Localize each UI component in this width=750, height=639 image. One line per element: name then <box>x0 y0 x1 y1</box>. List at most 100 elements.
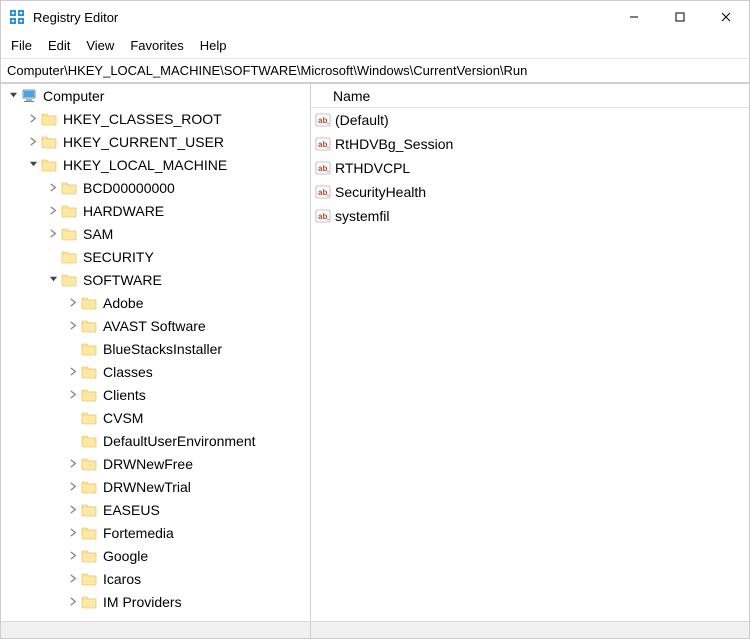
computer-icon <box>21 88 37 104</box>
value-row[interactable]: RtHDVBg_Session <box>311 132 749 156</box>
chevron-right-icon[interactable] <box>65 479 81 495</box>
folder-icon <box>81 479 97 495</box>
string-value-icon <box>315 112 331 128</box>
folder-icon <box>81 548 97 564</box>
chevron-right-icon[interactable] <box>65 318 81 334</box>
folder-icon <box>81 410 97 426</box>
tree-item[interactable]: HARDWARE <box>1 199 310 222</box>
tree-item[interactable]: Icaros <box>1 567 310 590</box>
chevron-right-icon[interactable] <box>45 226 61 242</box>
tree-item[interactable]: Adobe <box>1 291 310 314</box>
tree-item[interactable]: AVAST Software <box>1 314 310 337</box>
tree-item[interactable]: HKEY_CURRENT_USER <box>1 130 310 153</box>
tree-pane: Computer HKEY_CLASSES_ROOT HKEY_CURRENT_US… <box>1 84 311 638</box>
chevron-right-icon[interactable] <box>65 295 81 311</box>
tree-horizontal-scrollbar[interactable] <box>1 621 310 638</box>
menu-edit[interactable]: Edit <box>40 35 78 56</box>
tree-item-label: HKEY_CLASSES_ROOT <box>61 110 224 128</box>
tree-item-label: SECURITY <box>81 248 156 266</box>
tree-item-label: SOFTWARE <box>81 271 164 289</box>
tree-item[interactable]: DRWNewTrial <box>1 475 310 498</box>
column-header-name[interactable]: Name <box>311 84 749 108</box>
content-area: Computer HKEY_CLASSES_ROOT HKEY_CURRENT_US… <box>1 83 749 638</box>
chevron-right-icon[interactable] <box>65 594 81 610</box>
folder-icon <box>81 318 97 334</box>
tree-item[interactable]: DRWNewFree <box>1 452 310 475</box>
minimize-button[interactable] <box>611 1 657 33</box>
folder-icon <box>81 341 97 357</box>
tree-item[interactable]: BCD00000000 <box>1 176 310 199</box>
menu-favorites[interactable]: Favorites <box>122 35 191 56</box>
tree-item[interactable]: Fortemedia <box>1 521 310 544</box>
expander-none <box>65 410 81 426</box>
tree-item[interactable]: HKEY_LOCAL_MACHINE <box>1 153 310 176</box>
tree-item[interactable]: Google <box>1 544 310 567</box>
expander-none <box>65 433 81 449</box>
address-bar[interactable]: Computer\HKEY_LOCAL_MACHINE\SOFTWARE\Mic… <box>1 59 749 83</box>
value-row[interactable]: SecurityHealth <box>311 180 749 204</box>
chevron-right-icon[interactable] <box>45 203 61 219</box>
chevron-right-icon[interactable] <box>25 134 41 150</box>
tree-item-label: SAM <box>81 225 115 243</box>
folder-icon <box>61 226 77 242</box>
chevron-down-icon[interactable] <box>5 88 21 104</box>
menu-help[interactable]: Help <box>192 35 235 56</box>
tree-item-label: IM Providers <box>101 593 184 611</box>
close-button[interactable] <box>703 1 749 33</box>
chevron-down-icon[interactable] <box>45 272 61 288</box>
chevron-right-icon[interactable] <box>65 571 81 587</box>
chevron-right-icon[interactable] <box>65 548 81 564</box>
folder-icon <box>41 157 57 173</box>
tree-item-label: Fortemedia <box>101 524 176 542</box>
value-row[interactable]: systemfil <box>311 204 749 228</box>
tree-item-label: Classes <box>101 363 155 381</box>
title-bar[interactable]: Registry Editor <box>1 1 749 33</box>
tree-item[interactable]: SOFTWARE <box>1 268 310 291</box>
chevron-right-icon[interactable] <box>65 525 81 541</box>
tree-item-label: DRWNewFree <box>101 455 195 473</box>
tree-item[interactable]: DefaultUserEnvironment <box>1 429 310 452</box>
string-value-icon <box>315 136 331 152</box>
folder-icon <box>81 456 97 472</box>
tree-item-label: HARDWARE <box>81 202 166 220</box>
value-row[interactable]: (Default) <box>311 108 749 132</box>
string-value-icon <box>315 208 331 224</box>
tree-item[interactable]: CVSM <box>1 406 310 429</box>
menu-bar: File Edit View Favorites Help <box>1 33 749 59</box>
tree-item[interactable]: IM Providers <box>1 590 310 613</box>
folder-icon <box>41 134 57 150</box>
folder-icon <box>81 433 97 449</box>
tree-item-label: HKEY_CURRENT_USER <box>61 133 226 151</box>
tree-item[interactable]: SAM <box>1 222 310 245</box>
maximize-button[interactable] <box>657 1 703 33</box>
menu-file[interactable]: File <box>3 35 40 56</box>
tree-item-label: Icaros <box>101 570 143 588</box>
tree-item-label: Google <box>101 547 150 565</box>
window-title: Registry Editor <box>33 10 118 25</box>
chevron-right-icon[interactable] <box>25 111 41 127</box>
tree-item-label: EASEUS <box>101 501 162 519</box>
tree-item-label: DRWNewTrial <box>101 478 193 496</box>
folder-icon <box>81 502 97 518</box>
chevron-right-icon[interactable] <box>45 180 61 196</box>
folder-icon <box>81 525 97 541</box>
value-row[interactable]: RTHDVCPL <box>311 156 749 180</box>
tree-item[interactable]: SECURITY <box>1 245 310 268</box>
values-list[interactable]: (Default)RtHDVBg_SessionRTHDVCPLSecurity… <box>311 108 749 621</box>
chevron-right-icon[interactable] <box>65 364 81 380</box>
values-horizontal-scrollbar[interactable] <box>311 621 749 638</box>
tree-item-label: BCD00000000 <box>81 179 177 197</box>
chevron-right-icon[interactable] <box>65 502 81 518</box>
menu-view[interactable]: View <box>78 35 122 56</box>
registry-tree[interactable]: Computer HKEY_CLASSES_ROOT HKEY_CURRENT_US… <box>1 84 310 621</box>
tree-item[interactable]: BlueStacksInstaller <box>1 337 310 360</box>
tree-item-label: HKEY_LOCAL_MACHINE <box>61 156 229 174</box>
chevron-right-icon[interactable] <box>65 456 81 472</box>
tree-item[interactable]: HKEY_CLASSES_ROOT <box>1 107 310 130</box>
tree-item[interactable]: EASEUS <box>1 498 310 521</box>
chevron-right-icon[interactable] <box>65 387 81 403</box>
tree-item[interactable]: Computer <box>1 84 310 107</box>
tree-item[interactable]: Classes <box>1 360 310 383</box>
tree-item[interactable]: Clients <box>1 383 310 406</box>
chevron-down-icon[interactable] <box>25 157 41 173</box>
